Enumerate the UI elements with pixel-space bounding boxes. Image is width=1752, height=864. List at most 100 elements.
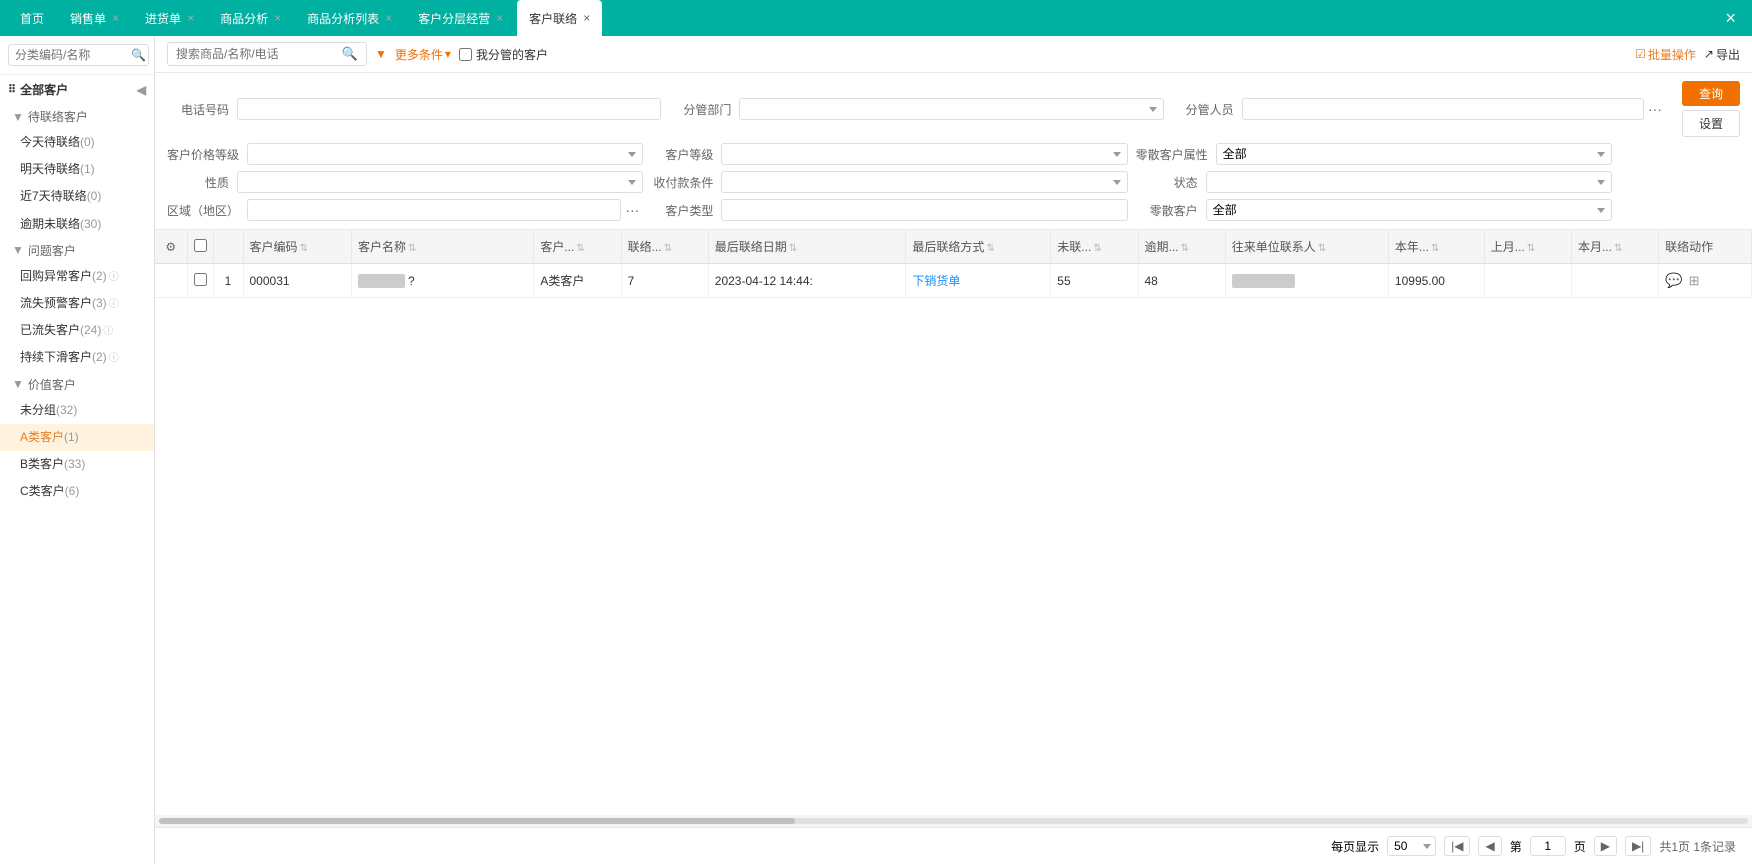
filter-person-input[interactable] [1242,98,1644,120]
filter-customer-level-select[interactable] [721,143,1127,165]
horizontal-scrollbar[interactable] [155,815,1752,827]
nav-tab-close-sales[interactable]: × [112,11,119,25]
sidebar-item-count-overdue: (30) [80,217,101,231]
scroll-thumb[interactable] [159,818,795,824]
row-checkbox-cell[interactable] [187,264,213,298]
first-page-button[interactable]: |◀ [1444,836,1470,856]
nav-tab-label-purchase: 进货单 [145,10,181,27]
close-all-button[interactable]: × [1717,8,1744,29]
page-input[interactable] [1530,836,1566,856]
sidebar-search-input[interactable] [8,44,149,66]
col-this-month-sort: ⇅ [1614,243,1622,254]
filter-sparse-customer-select[interactable]: 全部 [1206,199,1612,221]
sidebar-item-count-tomorrow: (1) [80,162,95,176]
col-contact-count-label: 联络... [628,240,662,254]
sidebar-item-lost[interactable]: 已流失客户(24)ⓘ [0,317,154,344]
sidebar-item-label-repurchase-abnormal: 回购异常客户 [20,269,92,283]
collapse-icon[interactable]: ◀ [137,83,146,97]
filter-nature-select[interactable] [237,171,643,193]
col-this-month-label: 本月... [1578,240,1612,254]
nav-tab-sales[interactable]: 销售单× [58,0,131,36]
last-page-button[interactable]: ▶| [1625,836,1651,856]
nav-tab-close-product-list[interactable]: × [385,11,392,25]
nav-tab-product-analysis[interactable]: 商品分析× [208,0,293,36]
filter-phone-label: 电话号码 [167,101,237,118]
last-contact-method-link[interactable]: 下销货单 [912,274,960,288]
nav-tab-label-home: 首页 [20,10,44,27]
export-button[interactable]: ↗ 导出 [1704,46,1740,63]
more-conditions-button[interactable]: 更多条件 ▾ [395,46,451,63]
batch-ops-button[interactable]: ☑ 批量操作 [1635,46,1696,63]
sidebar-item-b-type[interactable]: B类客户(33) [0,451,154,478]
col-unit-contact: 往来单位联系人⇅ [1225,230,1388,264]
filter-region-more-btn[interactable]: ··· [621,202,643,218]
sidebar-item-repurchase-abnormal[interactable]: 回购异常客户(2)ⓘ [0,263,154,290]
filter-status-select[interactable] [1206,171,1612,193]
filter-person-label: 分管人员 [1172,101,1242,118]
sidebar-item-week[interactable]: 近7天待联络(0) [0,183,154,210]
col-customer-type-label: 客户... [540,240,574,254]
sidebar-group-problem-customers[interactable]: ▼问题客户 [0,238,154,263]
table-select-all-cell[interactable] [187,230,213,264]
nav-tab-close-purchase[interactable]: × [187,11,194,25]
my-customers-checkbox[interactable] [459,48,472,61]
query-button[interactable]: 查询 [1682,81,1740,106]
action-qr-icon[interactable]: ⊞ [1689,273,1700,289]
nav-tab-close-customer-contact[interactable]: × [583,11,590,25]
sidebar-item-count-a-type: (1) [64,430,79,444]
col-last-month: 上月...⇅ [1484,230,1571,264]
sidebar-item-continuous-decline[interactable]: 持续下滑客户(2)ⓘ [0,344,154,371]
nav-tab-purchase[interactable]: 进货单 × [133,0,206,36]
sidebar-group-arrow-problem-customers: ▼ [12,243,24,257]
sidebar-group-pending-contact[interactable]: ▼待联络客户 [0,104,154,129]
filter-price-level-select[interactable] [247,143,643,165]
sidebar-item-today[interactable]: 今天待联络(0) [0,129,154,156]
all-customers-header[interactable]: ⠿ 全部客户 ◀ [0,75,154,104]
sidebar-item-tomorrow[interactable]: 明天待联络(1) [0,156,154,183]
select-all-checkbox[interactable] [194,239,207,252]
nav-tab-label-customer-segment: 客户分层经营 [418,10,490,27]
info-icon-lost-predict: ⓘ [109,299,119,310]
row-checkbox[interactable] [194,273,207,286]
settings-button[interactable]: 设置 [1682,110,1740,137]
nav-tab-home[interactable]: 首页 [8,0,56,36]
nav-tab-close-customer-segment[interactable]: × [496,11,503,25]
my-customers-checkbox-label[interactable]: 我分管的客户 [459,46,548,63]
filter-person-more-btn[interactable]: ··· [1644,101,1666,117]
sidebar-item-c-type[interactable]: C类客户(6) [0,478,154,505]
export-label: 导出 [1716,46,1740,63]
sidebar-item-lost-predict[interactable]: 流失预警客户(3)ⓘ [0,290,154,317]
filter-sparse-attr-select[interactable]: 全部 [1216,143,1612,165]
nav-tab-product-list[interactable]: 商品分析列表× [295,0,404,36]
filter-search-input[interactable] [176,47,342,61]
col-customer-name: 客户名称⇅ [352,230,534,264]
col-customer-code-sort: ⇅ [300,243,308,254]
table-settings-col[interactable]: ⚙ [155,230,187,264]
row-last-contact-method: 下销货单 [906,264,1051,298]
filter-search-box: 🔍 [167,42,367,66]
sidebar-item-overdue[interactable]: 逾期未联络(30) [0,211,154,238]
sidebar-group-label-value-customers: 价值客户 [28,376,76,393]
filter-actions: 查询 设置 [1674,81,1740,137]
nav-tab-close-product-analysis[interactable]: × [274,11,281,25]
sidebar-item-unsorted[interactable]: 未分组(32) [0,397,154,424]
prev-page-button[interactable]: ◀ [1478,836,1501,856]
nav-tab-customer-segment[interactable]: 客户分层经营 × [406,0,515,36]
col-last-contact-method-label: 最后联络方式 [912,240,984,254]
unit-contact-masked: RE . [1232,274,1295,288]
sidebar-item-count-week: (0) [87,189,102,203]
nav-tab-customer-contact[interactable]: 客户联络× [517,0,602,36]
sidebar-item-count-b-type: (33) [64,457,85,471]
sidebar-item-a-type[interactable]: A类客户(1) [0,424,154,451]
filter-phone-input[interactable] [237,98,661,120]
sidebar-group-value-customers[interactable]: ▼价值客户 [0,372,154,397]
filter-dept-select[interactable] [739,98,1163,120]
filter-payment-select[interactable] [721,171,1127,193]
action-chat-icon[interactable]: 💬 [1665,272,1682,289]
filter-region-input[interactable] [247,199,621,221]
pagination: 每页显示 50 10 20 100 |◀ ◀ 第 页 ▶ ▶| 共1页 1条记录 [155,827,1752,864]
next-page-button[interactable]: ▶ [1594,836,1617,856]
per-page-select[interactable]: 50 10 20 100 [1387,836,1436,856]
scroll-track[interactable] [159,818,1748,824]
filter-customer-type-input[interactable] [721,199,1127,221]
